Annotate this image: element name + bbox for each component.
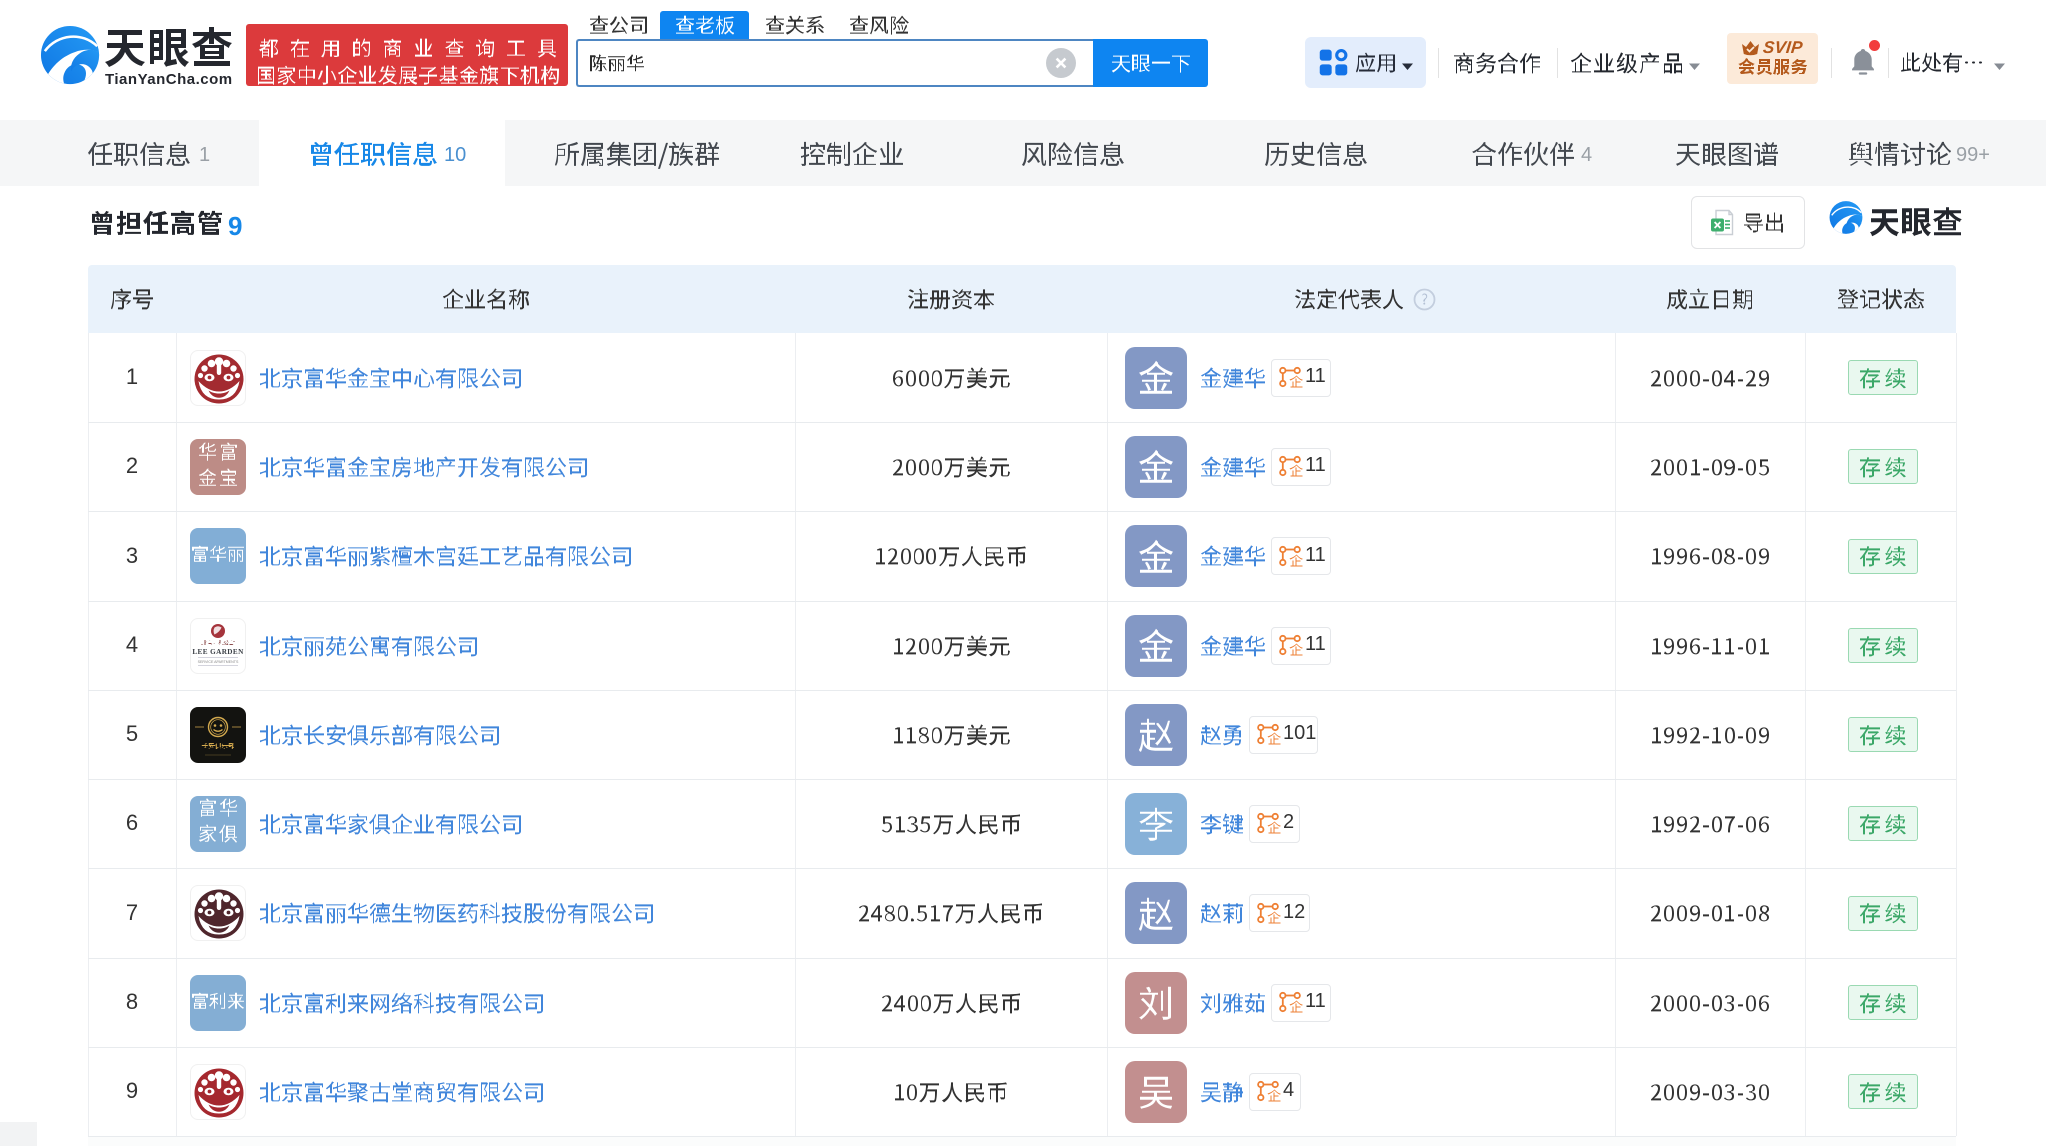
svg-text:SERVICE APARTMENTS: SERVICE APARTMENTS (198, 660, 239, 664)
svg-text:LEE GARDEN: LEE GARDEN (192, 648, 244, 656)
